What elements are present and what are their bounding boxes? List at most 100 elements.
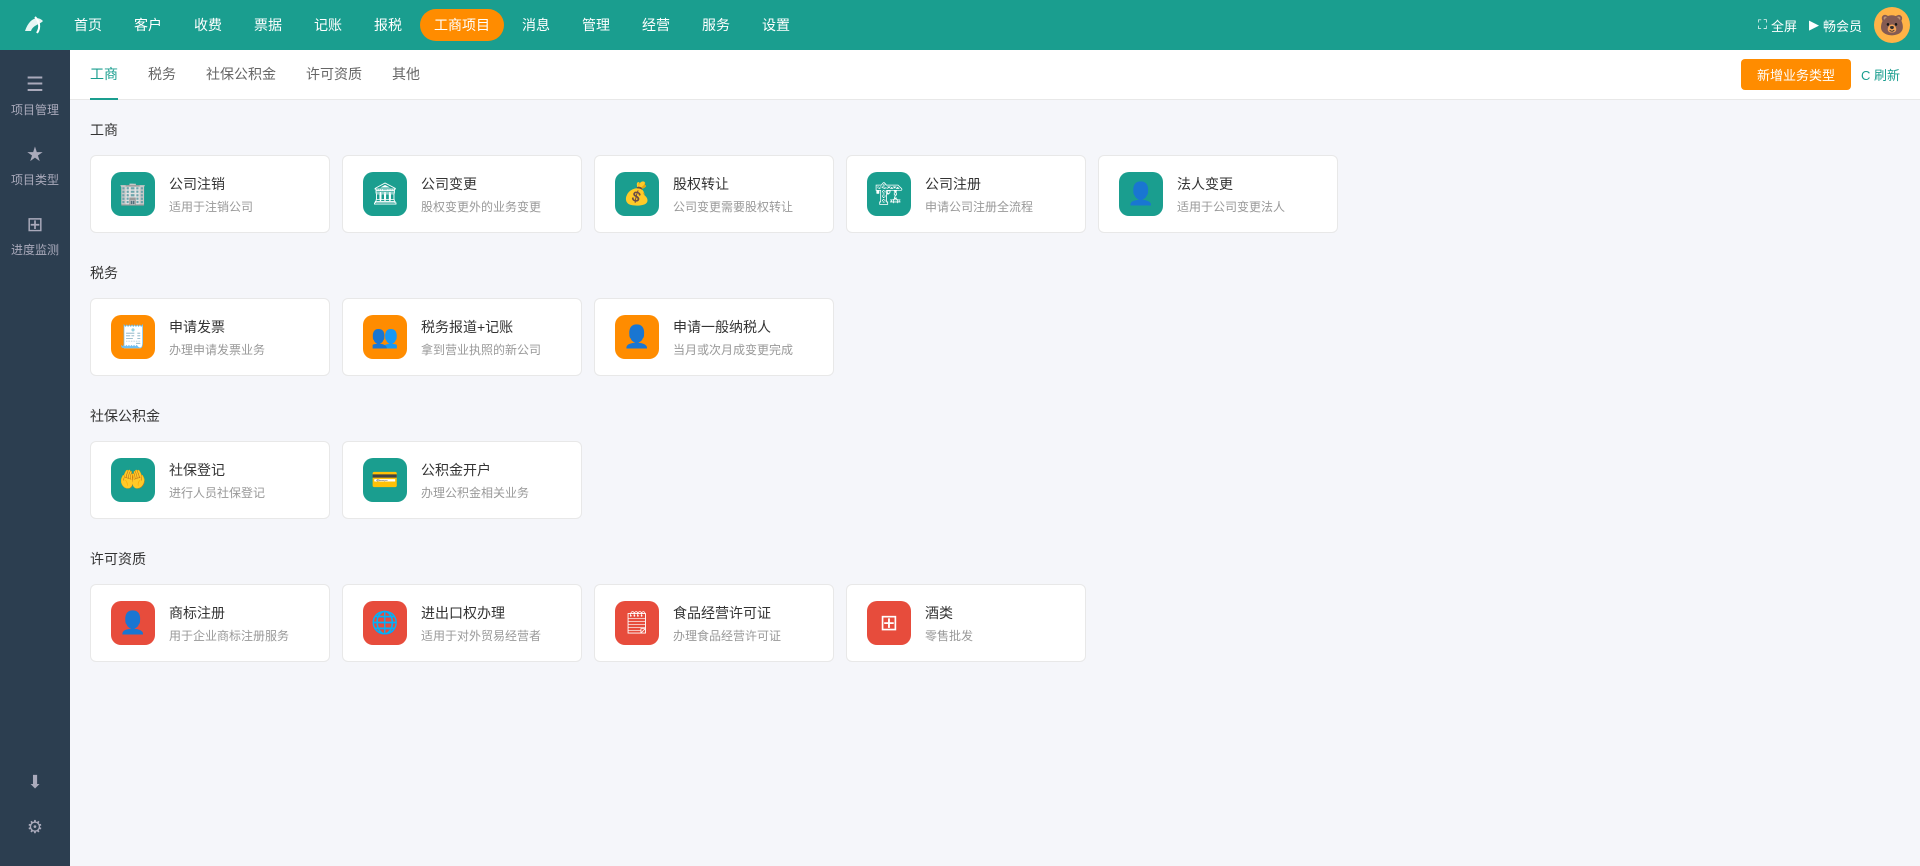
card-info-进出口权办理: 进出口权办理适用于对外贸易经营者 <box>421 603 541 644</box>
card-商标注册[interactable]: 👤 商标注册用于企业商标注册服务 <box>90 584 330 662</box>
card-公司注册[interactable]: 🏗公司注册申请公司注册全流程 <box>846 155 1086 233</box>
sidebar-item-progress-monitor[interactable]: ⊞ 进度监测 <box>0 200 70 270</box>
card-info-申请发票: 申请发票办理申请发票业务 <box>169 317 265 358</box>
card-icon-股权转让: 💰 <box>615 172 659 216</box>
scroll-content[interactable]: 工商 🏢 公司注销适用于注销公司 🏛 公司变更股权变更外的业务变更 💰 股权转让公司变更需要… <box>70 100 1920 866</box>
sidebar-item-project-management[interactable]: ☰ 项目管理 <box>0 60 70 130</box>
mascot-avatar[interactable]: 🐻 <box>1874 7 1910 43</box>
tab-items: 工商税务社保公积金许可资质其他 <box>90 50 1741 99</box>
member-button[interactable]: ▶ 畅会员 <box>1809 16 1862 35</box>
card-食品经营许可证[interactable]: 🗒 食品经营许可证办理食品经营许可证 <box>594 584 834 662</box>
nav-item-收费[interactable]: 收费 <box>180 9 236 41</box>
tab-社保公积金[interactable]: 社保公积金 <box>206 50 276 100</box>
card-info-公司变更: 公司变更股权变更外的业务变更 <box>421 174 541 215</box>
card-title: 商标注册 <box>169 603 289 623</box>
settings-icon[interactable]: ⚙ <box>19 809 51 846</box>
card-desc: 办理公积金相关业务 <box>421 484 529 501</box>
card-desc: 申请公司注册全流程 <box>925 198 1033 215</box>
tab-bar: 工商税务社保公积金许可资质其他 新增业务类型 C 刷新 <box>70 50 1920 100</box>
card-desc: 股权变更外的业务变更 <box>421 198 541 215</box>
play-icon: ▶ <box>1809 17 1819 33</box>
card-申请发票[interactable]: 🧾 申请发票办理申请发票业务 <box>90 298 330 376</box>
tab-许可资质[interactable]: 许可资质 <box>306 50 362 100</box>
download-icon[interactable]: ⬇ <box>19 764 50 801</box>
card-desc: 进行人员社保登记 <box>169 484 265 501</box>
card-info-商标注册: 商标注册用于企业商标注册服务 <box>169 603 289 644</box>
nav-item-报税[interactable]: 报税 <box>360 9 416 41</box>
card-desc: 拿到营业执照的新公司 <box>421 341 541 358</box>
sidebar: ☰ 项目管理 ★ 项目类型 ⊞ 进度监测 ⬇ ⚙ <box>0 50 70 866</box>
card-title: 法人变更 <box>1177 174 1285 194</box>
card-info-公司注册: 公司注册申请公司注册全流程 <box>925 174 1033 215</box>
card-icon-进出口权办理: 🌐 <box>363 601 407 645</box>
card-title: 公积金开户 <box>421 460 529 480</box>
card-申请一般纳税人[interactable]: 👤申请一般纳税人当月或次月成变更完成 <box>594 298 834 376</box>
card-title: 股权转让 <box>673 174 793 194</box>
sidebar-item-project-type[interactable]: ★ 项目类型 <box>0 130 70 200</box>
card-info-公司注销: 公司注销适用于注销公司 <box>169 174 253 215</box>
card-desc: 公司变更需要股权转让 <box>673 198 793 215</box>
card-icon-税务报道+记账: 👥 <box>363 315 407 359</box>
fullscreen-button[interactable]: ⛶ 全屏 <box>1758 16 1797 35</box>
card-icon-公司变更: 🏛 <box>363 172 407 216</box>
sidebar-bottom: ⬇ ⚙ <box>19 764 51 866</box>
card-公司变更[interactable]: 🏛 公司变更股权变更外的业务变更 <box>342 155 582 233</box>
nav-item-首页[interactable]: 首页 <box>60 9 116 41</box>
card-info-税务报道+记账: 税务报道+记账拿到营业执照的新公司 <box>421 317 541 358</box>
card-title: 税务报道+记账 <box>421 317 541 337</box>
tab-其他[interactable]: 其他 <box>392 50 420 100</box>
card-title: 申请一般纳税人 <box>673 317 793 337</box>
card-酒类[interactable]: ⊞酒类零售批发 <box>846 584 1086 662</box>
card-desc: 办理申请发票业务 <box>169 341 265 358</box>
nav-item-设置[interactable]: 设置 <box>748 9 804 41</box>
cards-grid-许可资质: 👤 商标注册用于企业商标注册服务 🌐 进出口权办理适用于对外贸易经营者 🗒 食品经营许可证… <box>90 584 1900 662</box>
card-title: 酒类 <box>925 603 973 623</box>
nav-item-经营[interactable]: 经营 <box>628 9 684 41</box>
refresh-button[interactable]: C 刷新 <box>1861 65 1900 84</box>
card-desc: 零售批发 <box>925 627 973 644</box>
section-title-工商: 工商 <box>90 120 1900 140</box>
main-layout: ☰ 项目管理 ★ 项目类型 ⊞ 进度监测 ⬇ ⚙ 工商税务社保公积金许可资质其他… <box>0 50 1920 866</box>
tab-税务[interactable]: 税务 <box>148 50 176 100</box>
card-icon-商标注册: 👤 <box>111 601 155 645</box>
card-info-股权转让: 股权转让公司变更需要股权转让 <box>673 174 793 215</box>
card-title: 公司注销 <box>169 174 253 194</box>
nav-item-管理[interactable]: 管理 <box>568 9 624 41</box>
card-税务报道+记账[interactable]: 👥 税务报道+记账拿到营业执照的新公司 <box>342 298 582 376</box>
card-进出口权办理[interactable]: 🌐 进出口权办理适用于对外贸易经营者 <box>342 584 582 662</box>
nav-right: ⛶ 全屏 ▶ 畅会员 🐻 <box>1758 7 1910 43</box>
fullscreen-icon: ⛶ <box>1758 17 1767 33</box>
card-法人变更[interactable]: 👤 法人变更适用于公司变更法人 <box>1098 155 1338 233</box>
card-icon-社保登记: 🤲 <box>111 458 155 502</box>
card-icon-申请发票: 🧾 <box>111 315 155 359</box>
nav-item-票据[interactable]: 票据 <box>240 9 296 41</box>
tab-工商[interactable]: 工商 <box>90 50 118 100</box>
card-desc: 办理食品经营许可证 <box>673 627 781 644</box>
sidebar-item-label: 进度监测 <box>11 241 59 258</box>
logo[interactable] <box>10 0 60 50</box>
card-info-申请一般纳税人: 申请一般纳税人当月或次月成变更完成 <box>673 317 793 358</box>
card-info-法人变更: 法人变更适用于公司变更法人 <box>1177 174 1285 215</box>
add-type-button[interactable]: 新增业务类型 <box>1741 59 1851 90</box>
cards-grid-税务: 🧾 申请发票办理申请发票业务 👥 税务报道+记账拿到营业执照的新公司 👤申请一般纳税人当… <box>90 298 1900 376</box>
cards-grid-社保公积金: 🤲社保登记进行人员社保登记💳公积金开户办理公积金相关业务 <box>90 441 1900 519</box>
card-title: 社保登记 <box>169 460 265 480</box>
nav-item-服务[interactable]: 服务 <box>688 9 744 41</box>
card-社保登记[interactable]: 🤲 社保登记进行人员社保登记 <box>90 441 330 519</box>
nav-item-客户[interactable]: 客户 <box>120 9 176 41</box>
card-title: 进出口权办理 <box>421 603 541 623</box>
card-icon-公司注销: 🏢 <box>111 172 155 216</box>
sidebar-item-label: 项目类型 <box>11 171 59 188</box>
nav-item-记账[interactable]: 记账 <box>300 9 356 41</box>
top-navigation: 首页客户收费票据记账报税工商项目消息管理经营服务设置 ⛶ 全屏 ▶ 畅会员 🐻 <box>0 0 1920 50</box>
card-股权转让[interactable]: 💰 股权转让公司变更需要股权转让 <box>594 155 834 233</box>
nav-item-消息[interactable]: 消息 <box>508 9 564 41</box>
card-desc: 适用于对外贸易经营者 <box>421 627 541 644</box>
card-icon-食品经营许可证: 🗒 <box>615 601 659 645</box>
card-info-食品经营许可证: 食品经营许可证办理食品经营许可证 <box>673 603 781 644</box>
card-icon-法人变更: 👤 <box>1119 172 1163 216</box>
card-公积金开户[interactable]: 💳公积金开户办理公积金相关业务 <box>342 441 582 519</box>
card-公司注销[interactable]: 🏢 公司注销适用于注销公司 <box>90 155 330 233</box>
card-info-公积金开户: 公积金开户办理公积金相关业务 <box>421 460 529 501</box>
nav-item-工商项目[interactable]: 工商项目 <box>420 9 504 41</box>
